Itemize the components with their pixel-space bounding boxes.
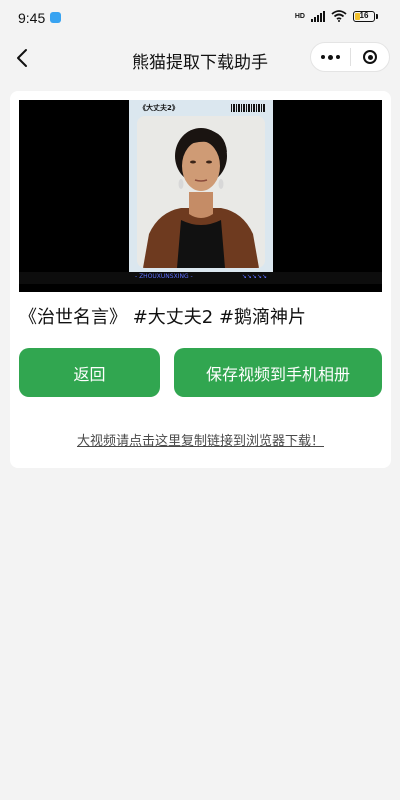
copy-link-button[interactable]: 大视频请点击这里复制链接到浏览器下载！ [10, 430, 391, 449]
navigation-bar: 熊猫提取下载助手 [0, 36, 400, 80]
status-bar: 9:45 HD 16 [0, 0, 400, 36]
video-poster: 《大丈夫2》 [129, 100, 273, 272]
battery-cap [376, 13, 378, 19]
battery-level: 16 [359, 10, 369, 20]
more-options-icon[interactable] [311, 43, 350, 71]
battery-icon: 16 [353, 10, 375, 22]
barcode-graphic [231, 104, 265, 112]
poster-title: 《大丈夫2》 [139, 104, 179, 112]
status-time: 9:45 [18, 10, 46, 26]
video-caption: 《治世名言》 #大丈夫2 #鹅滴神片 [19, 307, 307, 328]
video-player[interactable]: 《大丈夫2》 - ZHOUXUNSXING - ↘↘↘↘↘ [19, 100, 382, 292]
signal-icon [311, 10, 325, 22]
target-circle-icon [363, 50, 377, 64]
poster-photo [137, 116, 265, 268]
back-button[interactable]: 返回 [19, 348, 160, 397]
video-card: 《大丈夫2》 - ZHOUXUNSXING - ↘↘↘↘↘ 《治世名言》 #大丈… [10, 91, 391, 468]
app-notification-icon [50, 12, 61, 23]
poster-footer: - ZHOUXUNSXING - ↘↘↘↘↘ [129, 273, 273, 280]
status-indicators: HD 16 [295, 10, 378, 22]
poster-footer-left: - ZHOUXUNSXING - [135, 273, 193, 280]
save-to-album-button[interactable]: 保存视频到手机相册 [174, 348, 382, 397]
wifi-icon [331, 10, 347, 22]
portrait-illustration [137, 116, 265, 268]
poster-footer-right: ↘↘↘↘↘ [241, 273, 267, 280]
close-miniprogram-button[interactable] [351, 50, 389, 64]
hd-label: HD [294, 12, 305, 20]
miniprogram-capsule [310, 42, 390, 72]
